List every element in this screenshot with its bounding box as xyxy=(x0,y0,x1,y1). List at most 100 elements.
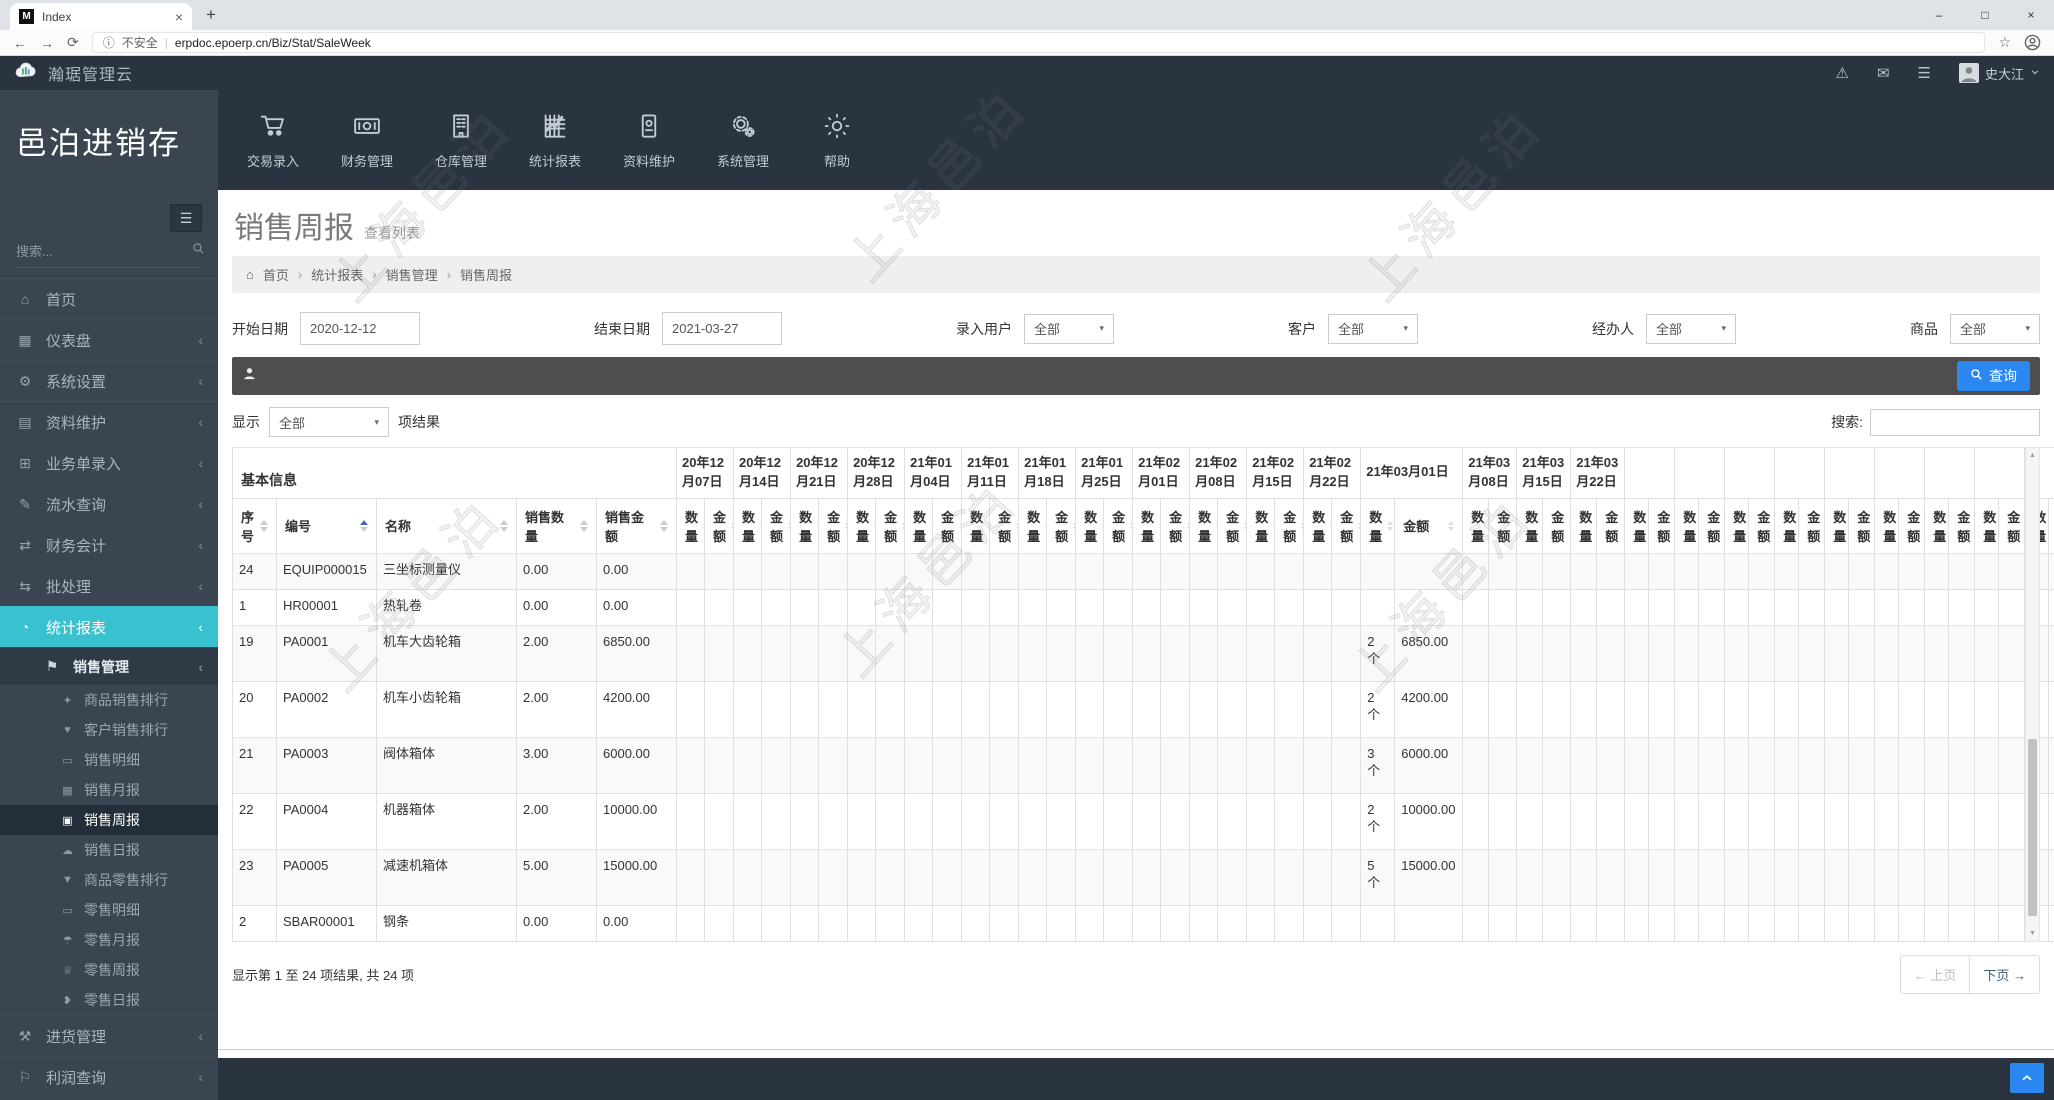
column-header-week-amount[interactable]: 金额 xyxy=(2048,497,2054,554)
sidebar-collapse-button[interactable]: ☰ xyxy=(170,204,202,232)
column-header-week-amount[interactable]: 金额 xyxy=(1848,497,1876,554)
sidebar-item-flow-query[interactable]: ✎ 流水查询 ‹ xyxy=(0,483,218,524)
page-size-select[interactable]: 全部 ▾ xyxy=(269,407,389,437)
customer-select[interactable]: 全部 ▾ xyxy=(1328,313,1418,344)
column-header-week-amount[interactable]: 金额 xyxy=(1103,497,1134,554)
column-header-week-amount[interactable]: 金额 xyxy=(1798,497,1826,554)
sidebar-item-purchase-management[interactable]: ⚒ 进货管理 ‹ xyxy=(0,1015,218,1056)
nav-item-statistics-reports[interactable]: 统计报表 xyxy=(508,90,602,190)
column-header-week-qty[interactable]: 数量 xyxy=(1018,497,1048,554)
nav-item-data-maintenance[interactable]: 资料维护 xyxy=(602,90,696,190)
end-date-input[interactable] xyxy=(662,312,782,345)
window-maximize-button[interactable]: □ xyxy=(1962,0,2008,30)
sidebar-item-product-retail-ranking[interactable]: ▼ 商品零售排行 xyxy=(0,865,218,895)
sidebar-item-sales-monthly-report[interactable]: ▦ 销售月报 xyxy=(0,775,218,805)
sidebar-item-statistics-reports[interactable]: ◔ 统计报表 ‹ xyxy=(0,606,218,647)
column-header-week-qty[interactable]: 数量 xyxy=(1246,497,1276,554)
sidebar-item-sales-weekly-report[interactable]: ▣ 销售周报 xyxy=(0,805,218,835)
column-header-week-qty[interactable]: 数量 xyxy=(1874,497,1900,554)
column-header-week-qty[interactable]: 数量 xyxy=(1774,497,1800,554)
column-header-week-amount[interactable]: 金额 xyxy=(1998,497,2026,554)
column-header-week-qty[interactable]: 数量 xyxy=(1462,497,1490,554)
column-header-week-amount[interactable]: 金额 xyxy=(1394,497,1464,554)
browser-tab[interactable]: M Index × xyxy=(10,3,192,30)
column-header-week-amount[interactable]: 金额 xyxy=(989,497,1020,554)
sidebar-item-retail-daily-report[interactable]: ❥ 零售日报 xyxy=(0,985,218,1015)
entry-user-select[interactable]: 全部 ▾ xyxy=(1024,313,1114,344)
url-field[interactable]: ⓘ 不安全 | erpdoc.epoerp.cn/Biz/Stat/SaleWe… xyxy=(91,32,1986,53)
column-header-week-qty[interactable]: 数量 xyxy=(1824,497,1850,554)
info-icon[interactable]: ⓘ xyxy=(103,34,115,51)
column-header-week-qty[interactable]: 数量 xyxy=(1189,497,1219,554)
column-header-week-qty[interactable]: 数量 xyxy=(1924,497,1950,554)
back-icon[interactable]: ← xyxy=(13,35,27,51)
column-header-code[interactable]: 编号 xyxy=(276,497,377,554)
column-header-week-qty[interactable]: 数量 xyxy=(1360,497,1396,554)
column-header-name[interactable]: 名称 xyxy=(376,497,517,554)
user-menu[interactable]: 史大江 xyxy=(1958,63,2040,83)
sidebar-item-batch-processing[interactable]: ⇆ 批处理 ‹ xyxy=(0,565,218,606)
browser-profile-icon[interactable] xyxy=(2024,34,2041,51)
mail-icon[interactable]: ✉ xyxy=(1877,64,1890,82)
sidebar-search-input[interactable] xyxy=(16,243,192,259)
new-tab-button[interactable]: + xyxy=(206,5,216,30)
column-header-week-amount[interactable]: 金额 xyxy=(932,497,963,554)
product-select[interactable]: 全部 ▾ xyxy=(1950,313,2040,344)
breadcrumb-sales-management[interactable]: 销售管理 xyxy=(386,265,438,284)
column-header-week-qty[interactable]: 数量 xyxy=(1516,497,1544,554)
sidebar-item-retail-detail[interactable]: ▭ 零售明细 xyxy=(0,895,218,925)
breadcrumb-home[interactable]: 首页 xyxy=(263,265,289,284)
tab-close-icon[interactable]: × xyxy=(175,9,183,25)
sidebar-item-data-maintenance[interactable]: ▤ 资料维护 ‹ xyxy=(0,401,218,442)
sidebar-item-profit-query[interactable]: ⚐ 利润查询 ‹ xyxy=(0,1056,218,1097)
column-header-week-amount[interactable]: 金额 xyxy=(818,497,849,554)
table-search-input[interactable] xyxy=(1870,408,2040,436)
column-header-week-qty[interactable]: 数量 xyxy=(904,497,934,554)
column-header-week-qty[interactable]: 数量 xyxy=(1570,497,1598,554)
nav-item-help[interactable]: 帮助 xyxy=(790,90,884,190)
refresh-icon[interactable]: ⟳ xyxy=(67,34,79,51)
column-header-week-amount[interactable]: 金额 xyxy=(704,497,735,554)
column-header-week-amount[interactable]: 金额 xyxy=(1331,497,1362,554)
nav-item-warehouse-management[interactable]: 仓库管理 xyxy=(414,90,508,190)
sidebar-item-sales-detail[interactable]: ▭ 销售明细 xyxy=(0,745,218,775)
column-header-week-qty[interactable]: 数量 xyxy=(1724,497,1750,554)
column-header-week-qty[interactable]: 数量 xyxy=(733,497,763,554)
scrollbar-down-icon[interactable]: ▼ xyxy=(2026,927,2039,941)
sidebar-item-retail-monthly-report[interactable]: ☂ 零售月报 xyxy=(0,925,218,955)
alert-icon[interactable]: ⚠ xyxy=(1836,64,1849,82)
sidebar-item-product-sales-ranking[interactable]: ✦ 商品销售排行 xyxy=(0,685,218,715)
column-header-week-qty[interactable]: 数量 xyxy=(1075,497,1105,554)
nav-item-system-management[interactable]: 系统管理 xyxy=(696,90,790,190)
sidebar-item-finance-accounting[interactable]: ⇄ 财务会计 ‹ xyxy=(0,524,218,565)
column-header-week-qty[interactable]: 数量 xyxy=(1674,497,1700,554)
column-header-week-amount[interactable]: 金额 xyxy=(1274,497,1305,554)
column-header-week-amount[interactable]: 金额 xyxy=(1648,497,1676,554)
column-header-week-qty[interactable]: 数量 xyxy=(676,497,706,554)
column-header-week-qty[interactable]: 数量 xyxy=(1624,497,1650,554)
query-button[interactable]: 查询 xyxy=(1957,361,2030,391)
bookmark-star-icon[interactable]: ☆ xyxy=(1998,34,2011,51)
sidebar-item-customer-sales-ranking[interactable]: ♥ 客户销售排行 xyxy=(0,715,218,745)
nav-item-finance-management[interactable]: 财务管理 xyxy=(320,90,414,190)
window-close-button[interactable]: × xyxy=(2008,0,2054,30)
table-vertical-scrollbar[interactable]: ▲ ▼ xyxy=(2025,447,2040,942)
window-minimize-button[interactable]: – xyxy=(1916,0,1962,30)
start-date-input[interactable] xyxy=(300,312,420,345)
person-icon[interactable] xyxy=(242,366,257,386)
sidebar-item-home[interactable]: ⌂ 首页 xyxy=(0,278,218,319)
column-header-week-qty[interactable]: 数量 xyxy=(847,497,877,554)
scrollbar-up-icon[interactable]: ▲ xyxy=(2026,448,2039,462)
sidebar-item-sales-daily-report[interactable]: ☁ 销售日报 xyxy=(0,835,218,865)
sidebar-item-sales-management[interactable]: ⚑ 销售管理 ‹ xyxy=(0,647,218,685)
nav-item-trade-entry[interactable]: 交易录入 xyxy=(226,90,320,190)
column-header-week-amount[interactable]: 金额 xyxy=(1217,497,1248,554)
column-header-week-amount[interactable]: 金额 xyxy=(1948,497,1976,554)
column-header-week-amount[interactable]: 金额 xyxy=(1596,497,1626,554)
column-header-week-amount[interactable]: 金额 xyxy=(1542,497,1572,554)
sidebar-item-dashboard[interactable]: ▦ 仪表盘 ‹ xyxy=(0,319,218,360)
column-header-week-amount[interactable]: 金额 xyxy=(1748,497,1776,554)
column-header-week-amount[interactable]: 金额 xyxy=(761,497,792,554)
back-to-top-button[interactable] xyxy=(2010,1063,2044,1093)
column-header-week-amount[interactable]: 金额 xyxy=(1046,497,1077,554)
